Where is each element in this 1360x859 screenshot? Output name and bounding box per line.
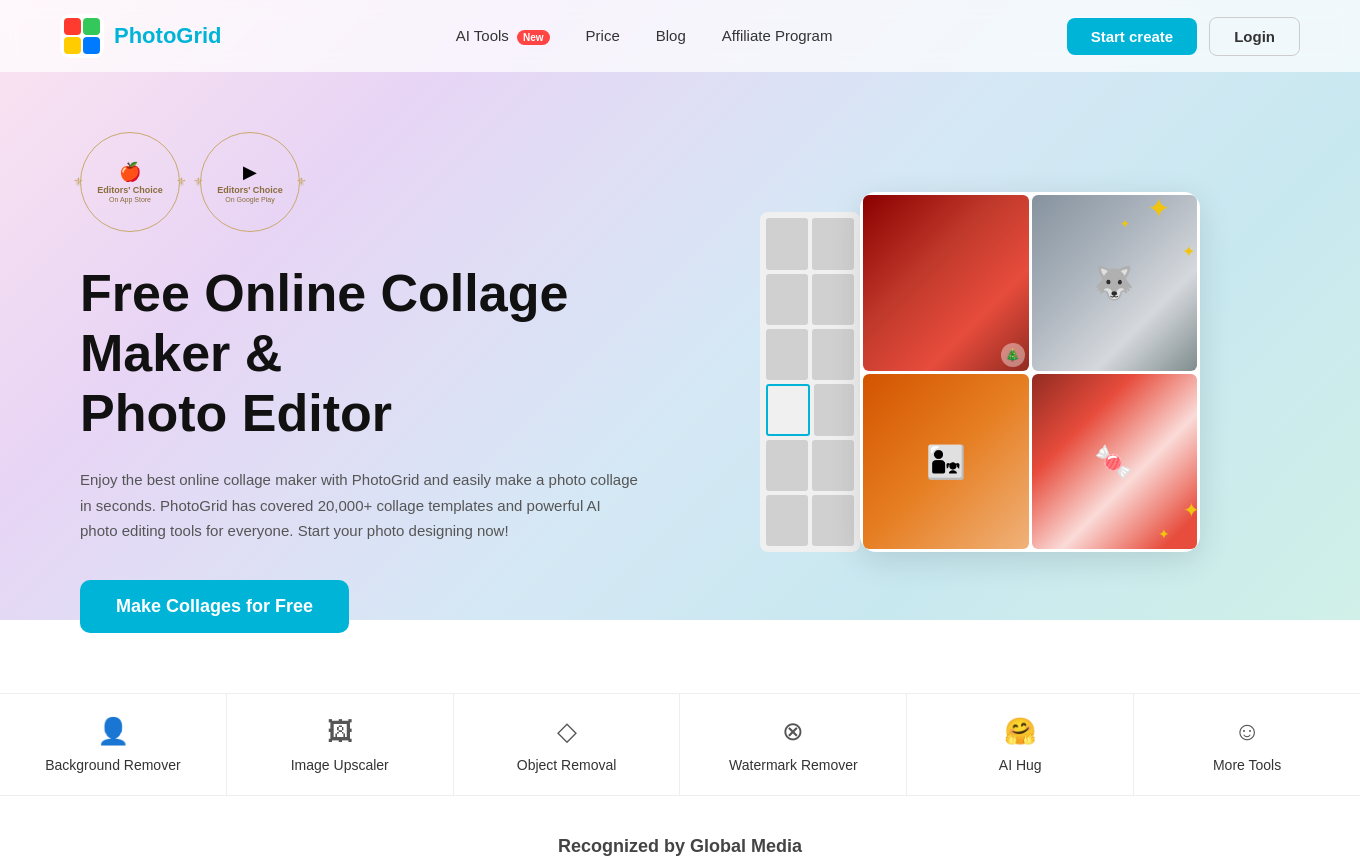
recognized-section: Recognized by Global Media [0,796,1360,859]
tpl-cell [766,440,808,491]
more-tools-label: More Tools [1213,757,1281,773]
nav-links: AI Tools New Price Blog Affiliate Progra… [456,27,833,45]
img-upscaler-label: Image Upscaler [291,757,389,773]
hero-section: 🍎 Editors' Choice On App Store ▶ Editors… [0,72,1360,693]
badge1-title: Editors' Choice [97,185,163,196]
play-icon: ▶ [243,161,257,183]
tpl-cell [766,218,808,269]
bg-remover-label: Background Remover [45,757,180,773]
collage-photo-1: 🎄 [863,195,1029,371]
tpl-cell [812,274,854,325]
collage-photo-4: 🍬 [1032,374,1198,550]
start-create-button[interactable]: Start create [1067,18,1198,55]
svg-rect-1 [64,18,81,35]
tpl-cell [812,495,854,546]
collage-photo-2: 🐺 [1032,195,1198,371]
apple-icon: 🍎 [119,161,141,183]
tpl-cell [766,329,808,380]
nav-item-price[interactable]: Price [586,27,620,44]
bg-remover-icon: 👤 [97,716,129,747]
template-panel [760,212,860,552]
svg-rect-2 [83,18,100,35]
tpl-cell [814,384,854,435]
svg-rect-3 [64,37,81,54]
nav-item-ai-tools[interactable]: AI Tools New [456,27,550,44]
ai-hug-icon: 🤗 [1004,716,1036,747]
tpl-cell [812,218,854,269]
logo-link[interactable]: PhotoGrid [60,14,222,58]
nav-item-affiliate[interactable]: Affiliate Program [722,27,833,44]
hero-content-left: 🍎 Editors' Choice On App Store ▶ Editors… [80,132,680,633]
obj-removal-icon: ◇ [557,716,577,747]
tool-item-obj-removal[interactable]: ◇ Object Removal [454,694,681,795]
navbar: PhotoGrid AI Tools New Price Blog Affili… [0,0,1360,72]
app-store-badge: 🍎 Editors' Choice On App Store [80,132,180,232]
wm-remover-label: Watermark Remover [729,757,858,773]
tpl-cell [766,274,808,325]
collage-photo-3: 👨‍👧 [863,374,1029,550]
obj-removal-label: Object Removal [517,757,617,773]
tool-item-more-tools[interactable]: ☺ More Tools [1134,694,1360,795]
nav-item-blog[interactable]: Blog [656,27,686,44]
tool-item-ai-hug[interactable]: 🤗 AI Hug [907,694,1134,795]
more-tools-icon: ☺ [1234,716,1261,747]
tools-strip: 👤 Background Remover 🖼 Image Upscaler ◇ … [0,693,1360,796]
img-upscaler-icon: 🖼 [327,716,353,747]
tool-item-img-upscaler[interactable]: 🖼 Image Upscaler [227,694,454,795]
badge1-sub: On App Store [109,196,151,203]
make-collages-button[interactable]: Make Collages for Free [80,580,349,633]
hero-description: Enjoy the best online collage maker with… [80,467,640,544]
tpl-cell [812,329,854,380]
ai-hug-label: AI Hug [999,757,1042,773]
collage-main-display: 🎄 🐺 👨‍👧 🍬 [860,192,1200,552]
logo-text: PhotoGrid [114,23,222,49]
logo-icon [60,14,104,58]
collage-preview: 🎄 🐺 👨‍👧 🍬 ✦ ✦ ✦ ✦ ✦ [760,192,1200,572]
tpl-cell [812,440,854,491]
badge2-sub: On Google Play [225,196,274,203]
google-play-badge: ▶ Editors' Choice On Google Play [200,132,300,232]
svg-rect-4 [83,37,100,54]
login-button[interactable]: Login [1209,17,1300,56]
tool-item-bg-remover[interactable]: 👤 Background Remover [0,694,227,795]
new-badge: New [517,30,550,45]
badge2-title: Editors' Choice [217,185,283,196]
award-badges: 🍎 Editors' Choice On App Store ▶ Editors… [80,132,680,232]
tool-item-wm-remover[interactable]: ⊗ Watermark Remover [680,694,907,795]
nav-actions: Start create Login [1067,17,1300,56]
wm-remover-icon: ⊗ [782,716,804,747]
tpl-cell-active[interactable] [766,384,810,435]
hero-heading: Free Online Collage Maker & Photo Editor [80,264,680,443]
hero-visual: 🎄 🐺 👨‍👧 🍬 ✦ ✦ ✦ ✦ ✦ [680,192,1280,572]
tpl-cell [766,495,808,546]
